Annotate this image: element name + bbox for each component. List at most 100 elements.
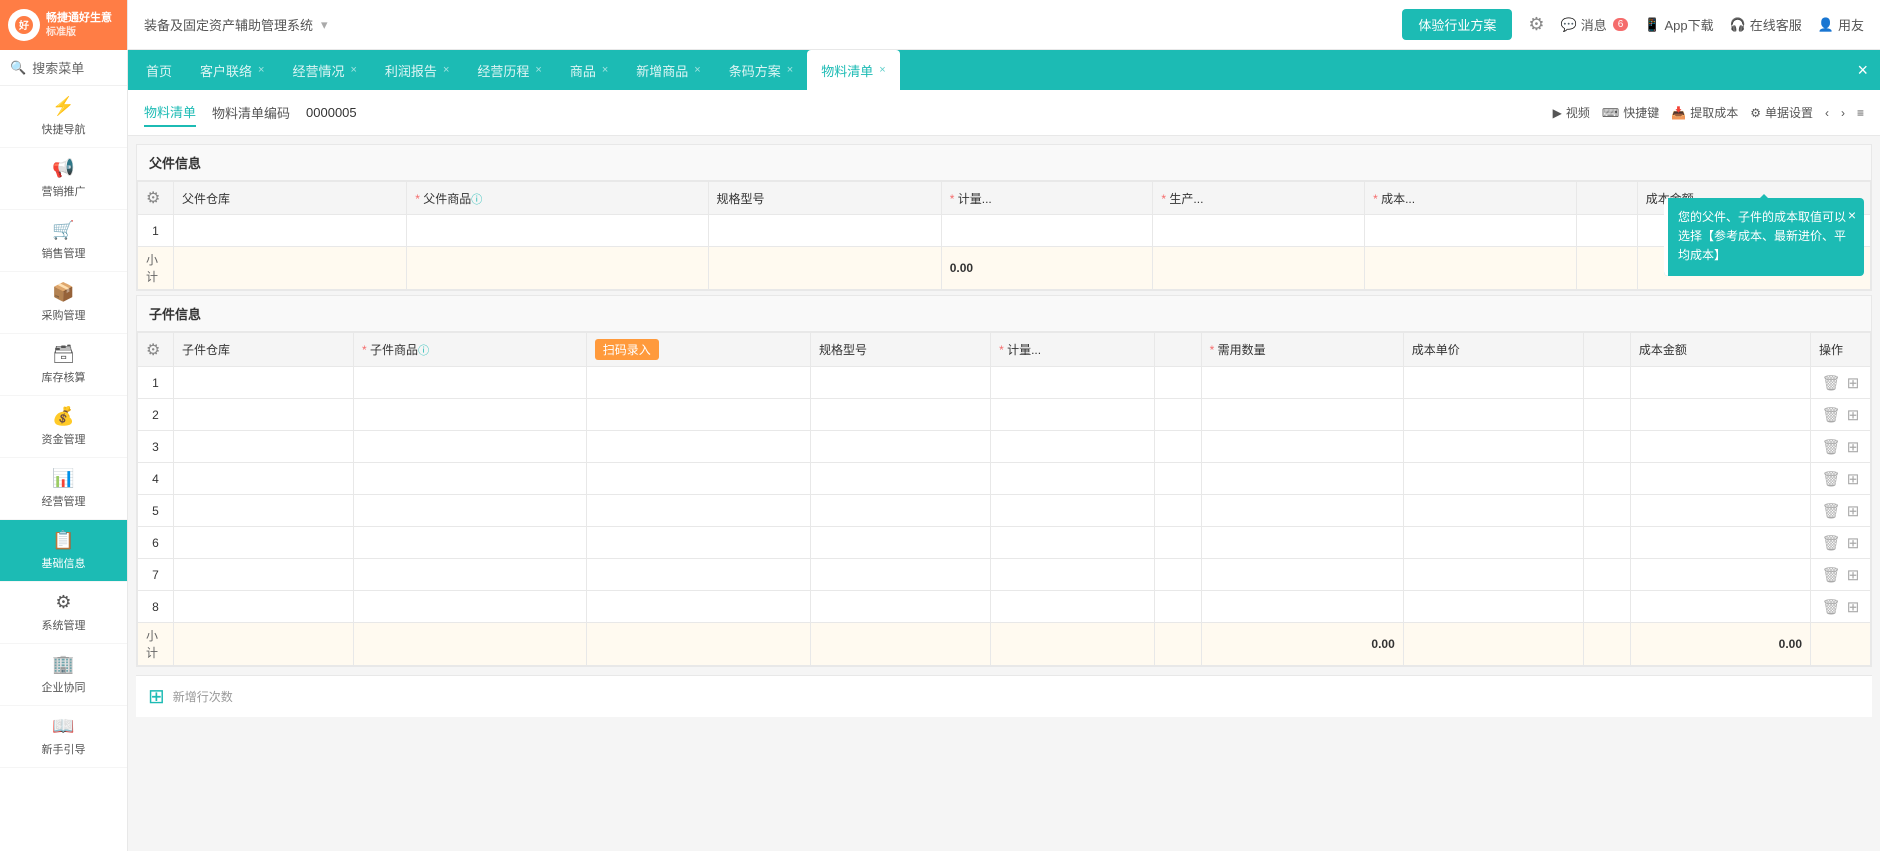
add-row-icon[interactable]: ⊞	[148, 684, 165, 709]
child-col-empty1	[1154, 333, 1201, 367]
copy-row-4-icon[interactable]: ⊞	[1847, 470, 1860, 488]
child-row-1-unit-cost[interactable]	[1403, 367, 1583, 399]
child-row-1-spec[interactable]	[811, 367, 991, 399]
tab-goods[interactable]: 商品 ×	[556, 50, 622, 90]
close-all-tabs-icon[interactable]: ×	[1857, 60, 1868, 80]
app-download-item[interactable]: 📱 App下载	[1644, 15, 1713, 34]
tooltip-close-btn[interactable]: ×	[1848, 204, 1856, 226]
copy-row-8-icon[interactable]: ⊞	[1847, 598, 1860, 616]
tab-barcode[interactable]: 条码方案 ×	[715, 50, 807, 90]
user-item[interactable]: 👤 用友	[1818, 15, 1864, 34]
delete-row-7-icon[interactable]: 🗑	[1822, 566, 1841, 584]
sidebar-item-enterprise[interactable]: 🏢 企业协同	[0, 644, 127, 706]
tab-customer[interactable]: 客户联络 ×	[186, 50, 278, 90]
message-item[interactable]: 💬 消息 6	[1561, 15, 1629, 34]
sub-header-right: ▶ 视频 ⌨ 快捷键 📥 提取成本 ⚙ 单据设置 ‹	[1553, 104, 1864, 121]
copy-row-7-icon[interactable]: ⊞	[1847, 566, 1860, 584]
tab-home[interactable]: 首页	[132, 50, 186, 90]
parent-row-1-production[interactable]	[1153, 215, 1365, 247]
gear-icon[interactable]: ⚙	[1528, 14, 1544, 35]
parent-row-1-goods[interactable]	[407, 215, 708, 247]
child-subtotal-qty: 0.00	[1201, 623, 1403, 666]
parent-subtotal-c6	[1365, 247, 1577, 290]
system-title-arrow: ▾	[321, 17, 328, 33]
child-settings-icon[interactable]: ⚙	[146, 342, 160, 359]
copy-row-1-icon[interactable]: ⊞	[1847, 374, 1860, 392]
scan-button[interactable]: 扫码录入	[595, 339, 659, 360]
tab-history-close[interactable]: ×	[535, 64, 541, 76]
delete-row-8-icon[interactable]: 🗑	[1822, 598, 1841, 616]
tab-operations[interactable]: 经营情况 ×	[278, 50, 370, 90]
sidebar-item-quick-nav[interactable]: ⚡ 快捷导航	[0, 86, 127, 148]
search-label: 搜索菜单	[32, 58, 84, 77]
tab-profit-close[interactable]: ×	[443, 64, 449, 76]
child-row-2-unit-cost[interactable]	[1403, 399, 1583, 431]
shortcut-btn[interactable]: ⌨ 快捷键	[1602, 104, 1659, 121]
nav-prev-btn[interactable]: ‹	[1825, 106, 1829, 120]
copy-row-6-icon[interactable]: ⊞	[1847, 534, 1860, 552]
search-icon: 🔍	[10, 60, 26, 76]
child-row-2-qty[interactable]	[1201, 399, 1403, 431]
sub-tab-bom[interactable]: 物料清单	[144, 98, 196, 127]
copy-row-3-icon[interactable]: ⊞	[1847, 438, 1860, 456]
extract-cost-btn[interactable]: 📥 提取成本	[1671, 104, 1738, 121]
main-area: 装备及固定资产辅助管理系统 ▾ 体验行业方案 ⚙ 💬 消息 6 📱 App下载 …	[128, 0, 1880, 851]
view-video-btn[interactable]: ▶ 视频	[1553, 104, 1590, 121]
message-badge: 6	[1613, 18, 1629, 31]
parent-row-1-unit[interactable]	[941, 215, 1153, 247]
sub-tab-bom-code[interactable]: 物料清单编码	[212, 99, 290, 126]
list-view-btn[interactable]: ≡	[1857, 106, 1864, 120]
parent-row-1-cost[interactable]	[1365, 215, 1577, 247]
sidebar-item-finance[interactable]: 💰 资金管理	[0, 396, 127, 458]
tab-bom[interactable]: 物料清单 ×	[807, 50, 899, 90]
nav-next-btn[interactable]: ›	[1841, 106, 1845, 120]
copy-row-5-icon[interactable]: ⊞	[1847, 502, 1860, 520]
child-section: 子件信息 ⚙ 子件仓库 * 子件商品ⓘ 扫码录入 规格型号 * 计量... * …	[136, 295, 1872, 667]
tab-profit[interactable]: 利润报告 ×	[371, 50, 463, 90]
child-row-2-spec[interactable]	[811, 399, 991, 431]
content-area: 物料清单 物料清单编码 0000005 ▶ 视频 ⌨ 快捷键 📥 提	[128, 90, 1880, 851]
child-row-1-unit[interactable]	[991, 367, 1154, 399]
sidebar-item-sales[interactable]: 🛒 销售管理	[0, 210, 127, 272]
tab-customer-close[interactable]: ×	[258, 64, 264, 76]
child-row-2-empty2	[1583, 399, 1630, 431]
tab-operations-label: 经营情况	[292, 61, 344, 80]
try-button[interactable]: 体验行业方案	[1402, 9, 1512, 40]
child-row-2-goods[interactable]	[354, 399, 587, 431]
child-col-unit-cost: 成本单价	[1403, 333, 1583, 367]
child-col-action: 操作	[1811, 333, 1871, 367]
sidebar-item-basic-info[interactable]: 📋 基础信息	[0, 520, 127, 582]
sidebar-item-purchase[interactable]: 📦 采购管理	[0, 272, 127, 334]
delete-row-3-icon[interactable]: 🗑	[1822, 438, 1841, 456]
sidebar-item-system[interactable]: ⚙ 系统管理	[0, 582, 127, 644]
child-row-2-warehouse[interactable]	[174, 399, 354, 431]
child-row-5-action: 🗑 ⊞	[1811, 495, 1871, 527]
tab-history[interactable]: 经营历程 ×	[463, 50, 555, 90]
doc-settings-btn[interactable]: ⚙ 单据设置	[1750, 104, 1813, 121]
copy-row-2-icon[interactable]: ⊞	[1847, 406, 1860, 424]
parent-settings-icon[interactable]: ⚙	[146, 190, 160, 207]
parent-row-1-spec[interactable]	[708, 215, 941, 247]
tab-bom-close[interactable]: ×	[879, 64, 885, 76]
search-menu[interactable]: 🔍 搜索菜单	[0, 50, 127, 86]
child-row-1-qty[interactable]	[1201, 367, 1403, 399]
delete-row-5-icon[interactable]: 🗑	[1822, 502, 1841, 520]
delete-row-1-icon[interactable]: 🗑	[1822, 374, 1841, 392]
child-row-1-goods[interactable]	[354, 367, 587, 399]
tab-new-goods[interactable]: 新增商品 ×	[622, 50, 714, 90]
tab-barcode-close[interactable]: ×	[787, 64, 793, 76]
parent-row-1-warehouse[interactable]	[174, 215, 407, 247]
child-row-1-warehouse[interactable]	[174, 367, 354, 399]
sidebar-item-guide[interactable]: 📖 新手引导	[0, 706, 127, 768]
delete-row-4-icon[interactable]: 🗑	[1822, 470, 1841, 488]
sidebar-item-marketing[interactable]: 📢 营销推广	[0, 148, 127, 210]
delete-row-6-icon[interactable]: 🗑	[1822, 534, 1841, 552]
online-service-item[interactable]: 🎧 在线客服	[1730, 15, 1802, 34]
delete-row-2-icon[interactable]: 🗑	[1822, 406, 1841, 424]
tab-goods-close[interactable]: ×	[602, 64, 608, 76]
sidebar-item-inventory[interactable]: 🗃 库存核算	[0, 334, 127, 396]
tab-operations-close[interactable]: ×	[350, 64, 356, 76]
tab-new-goods-close[interactable]: ×	[694, 64, 700, 76]
sidebar-item-operations[interactable]: 📊 经营管理	[0, 458, 127, 520]
child-row-2-unit[interactable]	[991, 399, 1154, 431]
